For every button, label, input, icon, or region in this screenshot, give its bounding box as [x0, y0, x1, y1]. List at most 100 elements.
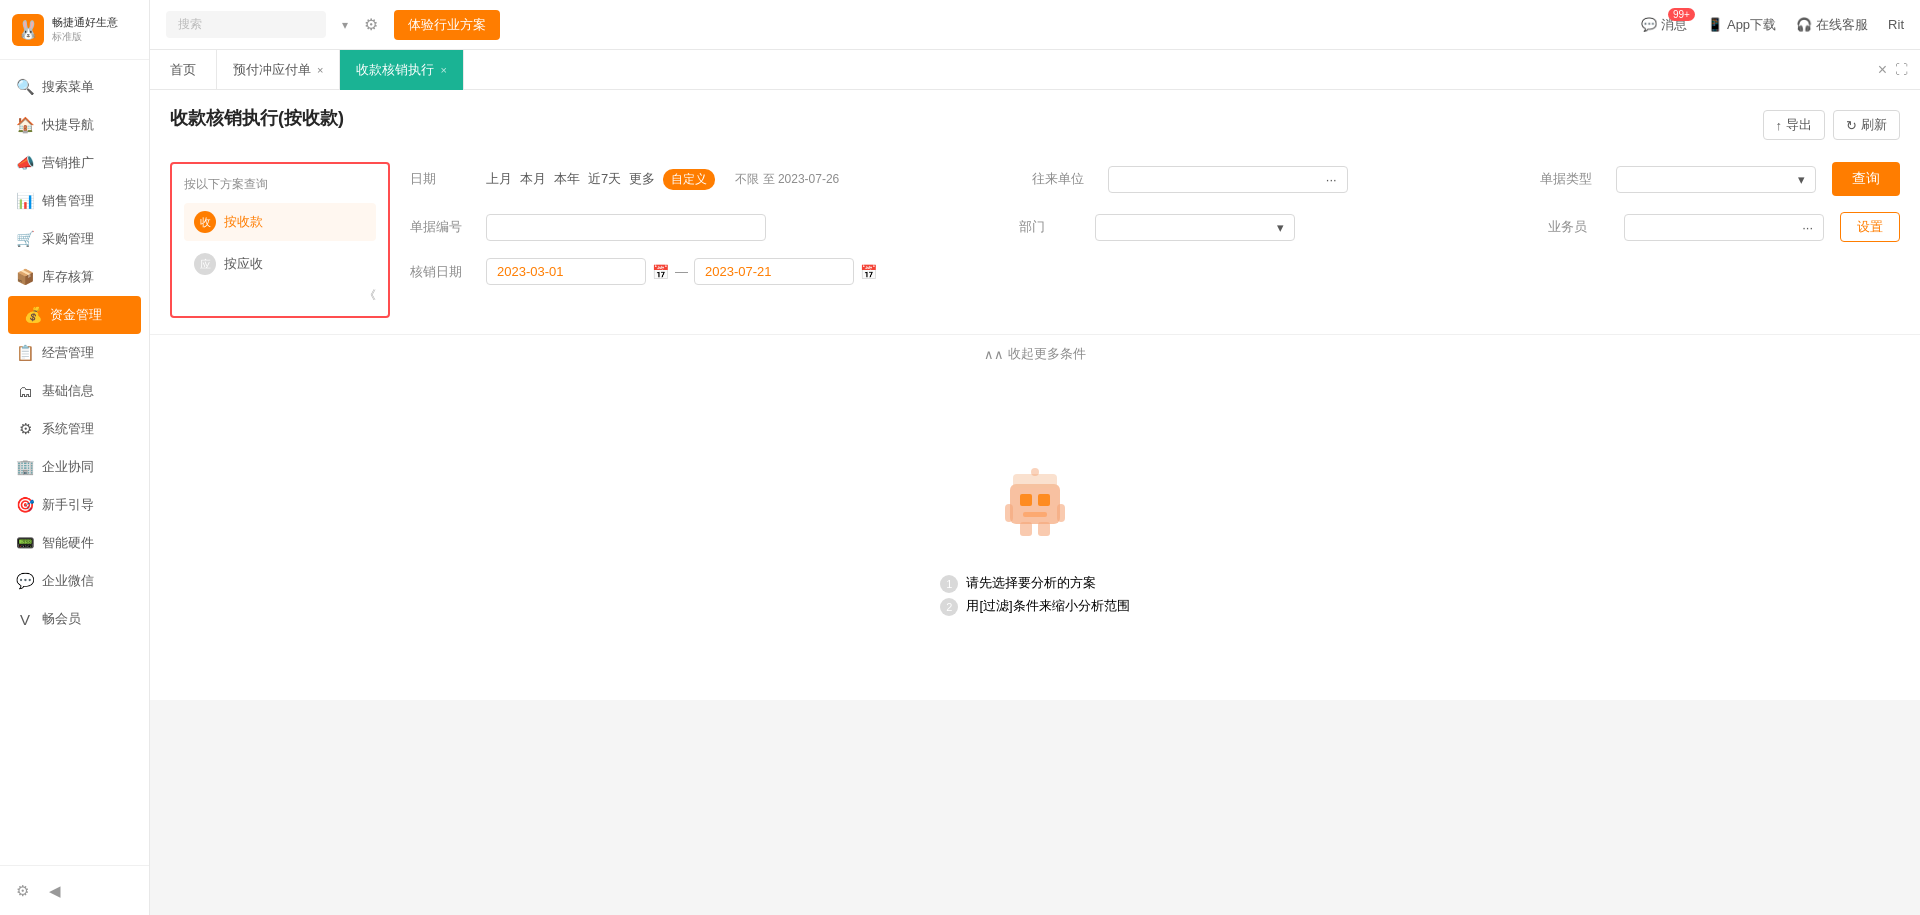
shortcut-custom[interactable]: 自定义 — [663, 169, 715, 190]
filter-row-1: 日期 上月 本月 本年 近7天 更多 自定义 不限 至 2023-07-26 往… — [410, 162, 1900, 196]
date-shortcuts: 上月 本月 本年 近7天 更多 自定义 — [486, 169, 715, 190]
sidebar-item-wxwork[interactable]: 💬 企业微信 — [0, 562, 149, 600]
solution-button[interactable]: 体验行业方案 — [394, 10, 500, 40]
sales-icon: 📊 — [16, 192, 34, 210]
query-button[interactable]: 查询 — [1832, 162, 1900, 196]
sidebar-item-purchase[interactable]: 🛒 采购管理 — [0, 220, 149, 258]
close-receipt-tab-icon[interactable]: × — [440, 64, 446, 76]
sidebar-item-sales[interactable]: 📊 销售管理 — [0, 182, 149, 220]
empty-state: 1 请先选择要分析的方案 2 用[过滤]条件来缩小分析范围 — [150, 374, 1920, 700]
basic-info-icon: 🗂 — [16, 383, 34, 400]
filter-option-by-receivable[interactable]: 应 按应收 — [184, 245, 376, 283]
filter-row-3: 核销日期 📅 — 📅 — [410, 258, 1900, 285]
refresh-button[interactable]: ↻ 刷新 — [1833, 110, 1900, 140]
receivable-option-icon: 应 — [194, 253, 216, 275]
collapse-icon[interactable]: ◀ — [49, 882, 61, 900]
filter-fields: 日期 上月 本月 本年 近7天 更多 自定义 不限 至 2023-07-26 往… — [410, 162, 1900, 318]
shortcut-7days[interactable]: 近7天 — [588, 170, 621, 188]
wxwork-icon: 💬 — [16, 572, 34, 590]
close-tab-icon[interactable]: × — [1878, 61, 1887, 79]
doc-type-select[interactable]: ▾ — [1616, 166, 1816, 193]
shortcut-this-month[interactable]: 本月 — [520, 170, 546, 188]
doc-number-input[interactable] — [486, 214, 766, 241]
verify-date-start-input[interactable] — [486, 258, 646, 285]
tab-actions: × ⛶ — [1866, 61, 1920, 79]
sidebar-item-member[interactable]: V 畅会员 — [0, 600, 149, 638]
finance-icon: 💰 — [24, 306, 42, 324]
svg-rect-6 — [1020, 522, 1032, 536]
logo-text: 畅捷通好生意 标准版 — [52, 15, 118, 43]
counterparty-select[interactable]: ··· — [1108, 166, 1348, 193]
receipt-option-icon: 收 — [194, 211, 216, 233]
svg-rect-8 — [1013, 474, 1057, 488]
topbar-dropdown-icon[interactable]: ▾ — [342, 18, 348, 32]
salesperson-select[interactable]: ··· — [1624, 214, 1824, 241]
sidebar-menu: 🔍 搜索菜单 🏠 快捷导航 📣 营销推广 📊 销售管理 🛒 采购管理 📦 库存核… — [0, 60, 149, 865]
topbar: 搜索 ▾ ⚙ 体验行业方案 💬 消息 99+ 📱 App下载 🎧 在线客服 Ri… — [150, 0, 1920, 50]
tab-prepay[interactable]: 预付冲应付单 × — [217, 50, 340, 90]
shortcut-more[interactable]: 更多 — [629, 170, 655, 188]
svg-rect-2 — [1038, 494, 1050, 506]
sidebar-item-basic-info[interactable]: 🗂 基础信息 — [0, 372, 149, 410]
filter-option-by-receipt[interactable]: 收 按收款 — [184, 203, 376, 241]
page-content: 收款核销执行(按收款) ↑ 导出 ↻ 刷新 按以下方案查询 — [150, 90, 1920, 915]
settings-bottom-icon[interactable]: ⚙ — [16, 882, 29, 900]
guide-icon: 🎯 — [16, 496, 34, 514]
expand-tab-icon[interactable]: ⛶ — [1895, 62, 1908, 77]
export-button[interactable]: ↑ 导出 — [1763, 110, 1826, 140]
salesperson-label: 业务员 — [1548, 218, 1608, 236]
message-button[interactable]: 💬 消息 99+ — [1641, 16, 1687, 34]
collapse-more-button[interactable]: ∧∧ 收起更多条件 — [150, 335, 1920, 373]
collapse-filter-icon[interactable]: 《 — [364, 287, 376, 304]
sidebar-item-marketing[interactable]: 📣 营销推广 — [0, 144, 149, 182]
close-prepay-tab-icon[interactable]: × — [317, 64, 323, 76]
chevron-up-icon: ∧∧ — [984, 347, 1004, 362]
doc-number-label: 单据编号 — [410, 218, 470, 236]
start-calendar-icon[interactable]: 📅 — [652, 264, 669, 280]
department-select[interactable]: ▾ — [1095, 214, 1295, 241]
topbar-right: 💬 消息 99+ 📱 App下载 🎧 在线客服 Rit — [1641, 16, 1904, 34]
collab-icon: 🏢 — [16, 458, 34, 476]
service-button[interactable]: 🎧 在线客服 — [1796, 16, 1868, 34]
sidebar-item-collab[interactable]: 🏢 企业协同 — [0, 448, 149, 486]
department-label: 部门 — [1019, 218, 1079, 236]
message-icon: 💬 — [1641, 17, 1657, 32]
end-calendar-icon[interactable]: 📅 — [860, 264, 877, 280]
logo-area: 🐰 畅捷通好生意 标准版 — [0, 0, 149, 60]
sidebar-item-search[interactable]: 🔍 搜索菜单 — [0, 68, 149, 106]
sidebar-item-system[interactable]: ⚙ 系统管理 — [0, 410, 149, 448]
sidebar-item-nav[interactable]: 🏠 快捷导航 — [0, 106, 149, 144]
tab-home[interactable]: 首页 — [150, 50, 217, 90]
tab-receipt-verify[interactable]: 收款核销执行 × — [340, 50, 463, 90]
sidebar-item-operations[interactable]: 📋 经营管理 — [0, 334, 149, 372]
date-label: 日期 — [410, 170, 470, 188]
search-icon: 🔍 — [16, 78, 34, 96]
sidebar-bottom: ⚙ ◀ — [0, 865, 149, 915]
verify-date-end-input[interactable] — [694, 258, 854, 285]
shortcut-this-year[interactable]: 本年 — [554, 170, 580, 188]
mobile-icon: 📱 — [1707, 17, 1723, 32]
svg-rect-7 — [1038, 522, 1050, 536]
refresh-icon: ↻ — [1846, 118, 1857, 133]
empty-illustration — [985, 454, 1085, 554]
filter-row-2: 单据编号 部门 ▾ 业务员 ··· — [410, 212, 1900, 242]
content-wrapper: 收款核销执行(按收款) ↑ 导出 ↻ 刷新 按以下方案查询 — [150, 90, 1920, 700]
sidebar-item-inventory[interactable]: 📦 库存核算 — [0, 258, 149, 296]
svg-rect-3 — [1023, 512, 1047, 517]
sidebar-item-finance[interactable]: 💰 资金管理 — [8, 296, 141, 334]
counterparty-label: 往来单位 — [1032, 170, 1092, 188]
operations-icon: 📋 — [16, 344, 34, 362]
topbar-search[interactable]: 搜索 — [166, 11, 326, 38]
svg-rect-5 — [1057, 504, 1065, 522]
marketing-icon: 📣 — [16, 154, 34, 172]
sidebar-item-guide[interactable]: 🎯 新手引导 — [0, 486, 149, 524]
shortcut-last-month[interactable]: 上月 — [486, 170, 512, 188]
page-title: 收款核销执行(按收款) — [170, 106, 344, 130]
app-download-button[interactable]: 📱 App下载 — [1707, 16, 1776, 34]
topbar-settings-icon[interactable]: ⚙ — [364, 15, 378, 34]
svg-rect-4 — [1005, 504, 1013, 522]
sidebar-item-hardware[interactable]: 📟 智能硬件 — [0, 524, 149, 562]
settings-button[interactable]: 设置 — [1840, 212, 1900, 242]
filter-scheme-title: 按以下方案查询 — [184, 176, 376, 193]
user-profile[interactable]: Rit — [1888, 17, 1904, 32]
